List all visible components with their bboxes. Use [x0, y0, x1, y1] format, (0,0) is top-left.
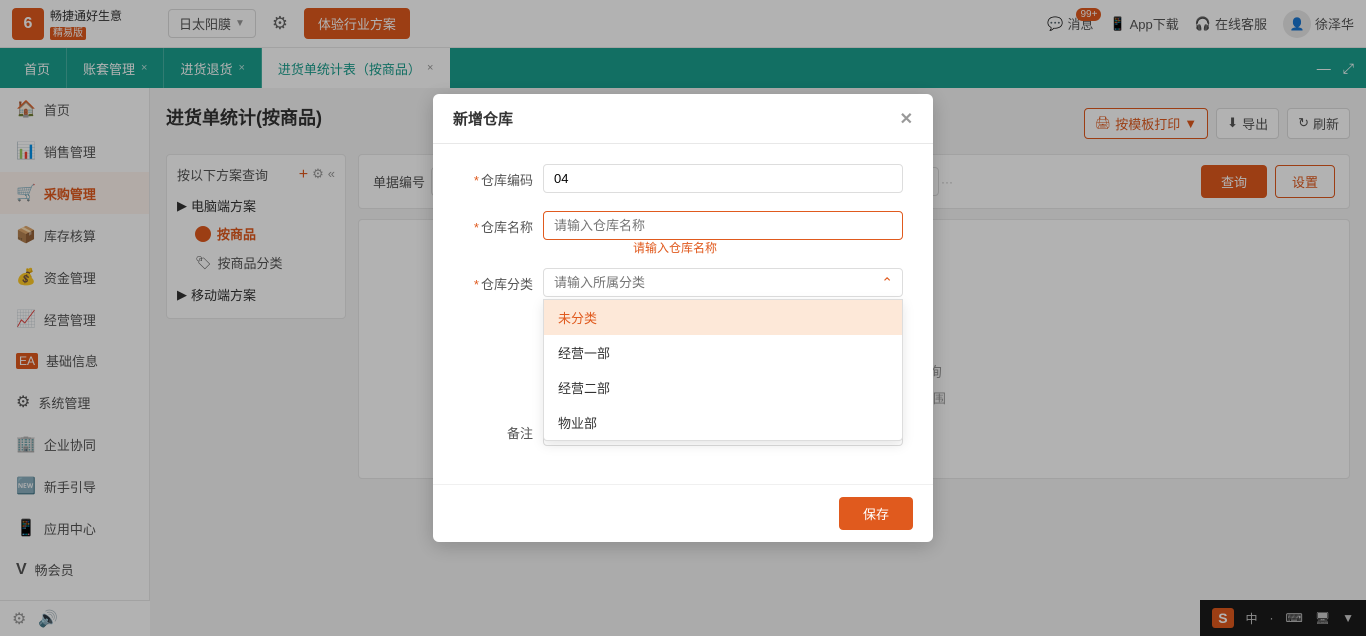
modal-title: 新增仓库 — [453, 108, 513, 129]
category-input[interactable] — [543, 268, 903, 297]
remark-label: 备注 — [463, 417, 543, 442]
code-label: 仓库编码 — [463, 164, 543, 189]
form-row-code: 仓库编码 — [463, 164, 903, 193]
modal-new-warehouse: 新增仓库 ✕ 仓库编码 仓库名称 请输入仓库名称 仓库分类 — [433, 94, 933, 542]
modal-close-btn[interactable]: ✕ — [900, 109, 913, 129]
modal-header: 新增仓库 ✕ — [433, 94, 933, 144]
dropdown-item-none[interactable]: 未分类 — [544, 300, 902, 335]
name-error-hint: 请输入仓库名称 — [633, 239, 717, 256]
category-label: 仓库分类 — [463, 268, 543, 293]
modal-body: 仓库编码 仓库名称 请输入仓库名称 仓库分类 ⌃ 未分类 — [433, 144, 933, 484]
modal-overlay: 新增仓库 ✕ 仓库编码 仓库名称 请输入仓库名称 仓库分类 — [0, 0, 1366, 636]
form-row-category: 仓库分类 ⌃ 未分类 经营一部 经营二部 物业部 — [463, 268, 903, 297]
name-label: 仓库名称 — [463, 211, 543, 236]
modal-footer: 保存 — [433, 484, 933, 542]
code-input[interactable] — [543, 164, 903, 193]
save-button[interactable]: 保存 — [839, 497, 913, 530]
name-input[interactable] — [543, 211, 903, 240]
category-dropdown: 未分类 经营一部 经营二部 物业部 — [543, 299, 903, 441]
dropdown-item-dept2[interactable]: 经营二部 — [544, 370, 902, 405]
form-row-name: 仓库名称 请输入仓库名称 — [463, 211, 903, 240]
dropdown-item-property[interactable]: 物业部 — [544, 405, 902, 440]
dropdown-item-dept1[interactable]: 经营一部 — [544, 335, 902, 370]
category-dropdown-arrow-icon[interactable]: ⌃ — [881, 274, 893, 291]
